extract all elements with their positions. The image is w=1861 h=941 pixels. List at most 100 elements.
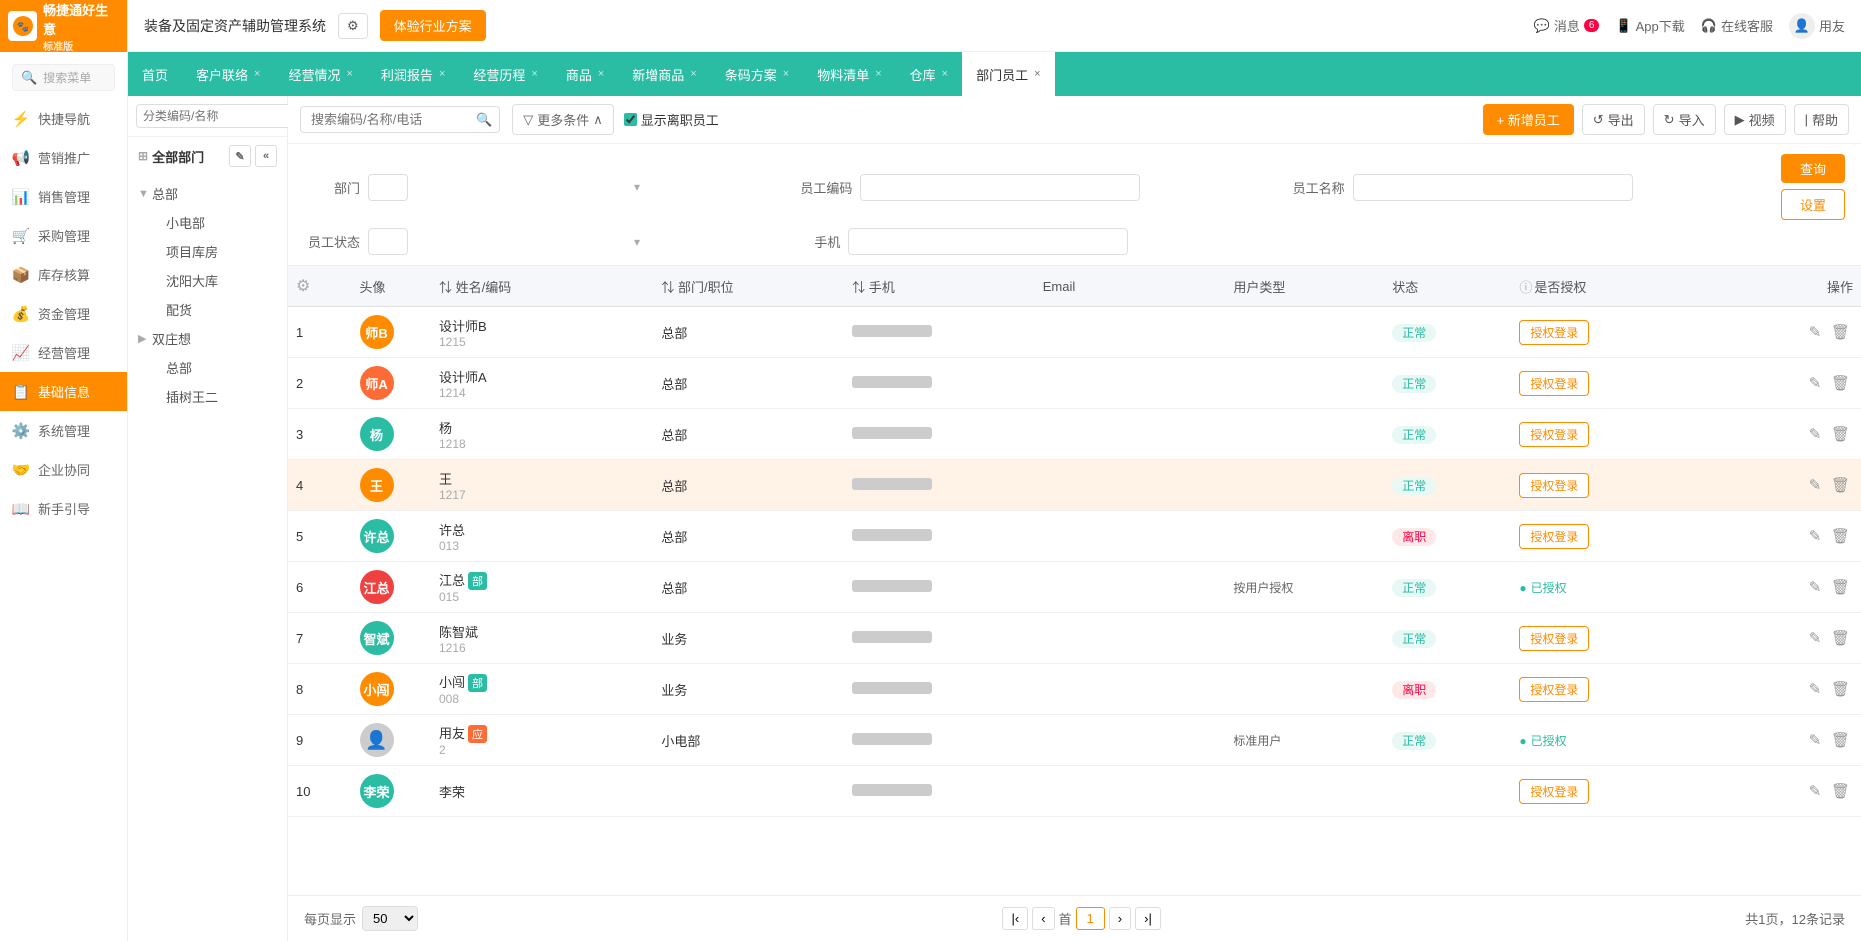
view-btn[interactable]: ▶ 视频	[1724, 104, 1786, 135]
edit-btn[interactable]: ✎	[1806, 476, 1825, 494]
sidebar-item-finance[interactable]: 💰 资金管理	[0, 294, 127, 333]
sidebar-item-system[interactable]: ⚙️ 系统管理	[0, 411, 127, 450]
tab-operations-status[interactable]: 经营情况 ×	[274, 52, 366, 96]
auth-login-btn[interactable]: 授权登录	[1519, 524, 1589, 549]
close-icon[interactable]: ×	[690, 68, 696, 80]
query-btn[interactable]: 查询	[1781, 154, 1845, 183]
show-resigned-checkbox[interactable]: 显示离职员工	[624, 110, 719, 129]
online-service-btn[interactable]: 🎧 在线客服	[1701, 16, 1773, 35]
help-btn[interactable]: | 帮助	[1794, 104, 1849, 135]
dept-node-shenyang[interactable]: 沈阳大库	[128, 266, 287, 295]
edit-btn[interactable]: ✎	[1806, 578, 1825, 596]
delete-btn[interactable]: 🗑	[1828, 680, 1853, 698]
settings-btn[interactable]: ⚙	[338, 13, 368, 39]
delete-btn[interactable]: 🗑	[1828, 425, 1853, 443]
close-icon[interactable]: ×	[783, 68, 789, 80]
sidebar-item-collab[interactable]: 🤝 企业协同	[0, 450, 127, 489]
tab-goods[interactable]: 商品 ×	[552, 52, 618, 96]
auth-login-btn[interactable]: 授权登录	[1519, 677, 1589, 702]
search-input[interactable]	[300, 106, 500, 133]
auth-login-btn[interactable]: 授权登录	[1519, 422, 1589, 447]
tab-bom[interactable]: 物料清单 ×	[803, 52, 895, 96]
sidebar-item-sales[interactable]: 📊 销售管理	[0, 177, 127, 216]
sidebar-item-guide[interactable]: 📖 新手引导	[0, 489, 127, 528]
tab-profit-report[interactable]: 利润报告 ×	[367, 52, 459, 96]
edit-btn[interactable]: ✎	[1806, 374, 1825, 392]
delete-btn[interactable]: 🗑	[1828, 476, 1853, 494]
add-employee-btn[interactable]: + 新增员工	[1483, 104, 1574, 135]
edit-btn[interactable]: ✎	[1806, 323, 1825, 341]
tab-customers[interactable]: 客户联络 ×	[182, 52, 274, 96]
app-download-btn[interactable]: 📱 App下载	[1615, 16, 1684, 35]
current-page[interactable]: 1	[1076, 907, 1105, 930]
export-btn[interactable]: ↺ 导出	[1582, 104, 1645, 135]
sidebar-item-search[interactable]: 🔍 搜索菜单	[0, 56, 127, 99]
tab-employees[interactable]: 部门员工 ×	[962, 52, 1054, 96]
edit-btn[interactable]: ✎	[1806, 680, 1825, 698]
dept-node-zongbu[interactable]: 总部	[128, 353, 287, 382]
tab-add-goods[interactable]: 新增商品 ×	[618, 52, 710, 96]
edit-btn[interactable]: ✎	[1806, 731, 1825, 749]
auth-login-btn[interactable]: 授权登录	[1519, 320, 1589, 345]
close-icon[interactable]: ×	[346, 68, 352, 80]
search-icon[interactable]: 🔍	[476, 112, 492, 128]
more-conditions-btn[interactable]: ▽ 更多条件 ∧	[512, 104, 614, 135]
tab-barcode[interactable]: 条码方案 ×	[711, 52, 803, 96]
close-icon[interactable]: ×	[439, 68, 445, 80]
delete-btn[interactable]: 🗑	[1828, 527, 1853, 545]
first-page-btn[interactable]: |‹	[1002, 907, 1028, 930]
settings-icon[interactable]: ⚙	[296, 278, 310, 295]
close-icon[interactable]: ×	[254, 68, 260, 80]
filter-phone-input[interactable]	[848, 228, 1128, 255]
close-icon[interactable]: ×	[598, 68, 604, 80]
auth-login-btn[interactable]: 授权登录	[1519, 473, 1589, 498]
dept-node-root[interactable]: ▼ 总部	[128, 179, 287, 208]
edit-btn[interactable]: ✎	[1806, 782, 1825, 800]
auth-login-btn[interactable]: 授权登录	[1519, 371, 1589, 396]
dept-edit-btn[interactable]: ✎	[229, 145, 251, 167]
sidebar-item-marketing[interactable]: 📢 营销推广	[0, 138, 127, 177]
dept-node-project[interactable]: 项目库房	[128, 237, 287, 266]
close-icon[interactable]: ×	[875, 68, 881, 80]
trial-btn[interactable]: 体验行业方案	[380, 10, 486, 41]
show-resigned-input[interactable]	[624, 113, 637, 126]
sidebar-item-inventory[interactable]: 📦 库存核算	[0, 255, 127, 294]
delete-btn[interactable]: 🗑	[1828, 323, 1853, 341]
filter-empname-input[interactable]	[1353, 174, 1633, 201]
user-menu[interactable]: 👤 用友	[1789, 13, 1845, 39]
tab-biz-journey[interactable]: 经营历程 ×	[459, 52, 551, 96]
dept-node-shuangzhuang[interactable]: ▶ 双庄想	[128, 324, 287, 353]
delete-btn[interactable]: 🗑	[1828, 374, 1853, 392]
edit-btn[interactable]: ✎	[1806, 527, 1825, 545]
set-btn[interactable]: 设置	[1781, 189, 1845, 220]
close-icon[interactable]: ×	[531, 68, 537, 80]
close-icon[interactable]: ×	[1034, 68, 1040, 80]
filter-status-select[interactable]	[368, 228, 408, 255]
sidebar-item-operations[interactable]: 📈 经营管理	[0, 333, 127, 372]
dept-search-input[interactable]	[136, 104, 305, 128]
sidebar-item-quicknav[interactable]: ⚡ 快捷导航	[0, 99, 127, 138]
last-page-btn[interactable]: ›|	[1135, 907, 1161, 930]
sort-icon[interactable]: ⇅	[439, 280, 452, 295]
delete-btn[interactable]: 🗑	[1828, 731, 1853, 749]
sort-icon[interactable]: ⇅	[661, 280, 674, 295]
filter-empcode-input[interactable]	[860, 174, 1140, 201]
edit-btn[interactable]: ✎	[1806, 629, 1825, 647]
delete-btn[interactable]: 🗑	[1828, 578, 1853, 596]
dept-node-chashuwang[interactable]: 插树王二	[128, 382, 287, 411]
tab-warehouse[interactable]: 仓库 ×	[896, 52, 962, 96]
close-icon[interactable]: ×	[942, 68, 948, 80]
message-btn[interactable]: 💬 消息 6	[1534, 16, 1600, 35]
edit-btn[interactable]: ✎	[1806, 425, 1825, 443]
dept-node-distribution[interactable]: 配货	[128, 295, 287, 324]
per-page-select[interactable]: 50 100	[362, 906, 418, 931]
sidebar-item-purchase[interactable]: 🛒 采购管理	[0, 216, 127, 255]
prev-page-btn[interactable]: ‹	[1032, 907, 1054, 930]
next-page-btn[interactable]: ›	[1109, 907, 1131, 930]
sidebar-item-basics[interactable]: 📋 基础信息	[0, 372, 127, 411]
import-btn[interactable]: ↻ 导入	[1653, 104, 1716, 135]
auth-login-btn[interactable]: 授权登录	[1519, 779, 1589, 804]
delete-btn[interactable]: 🗑	[1828, 782, 1853, 800]
dept-node-xiaodian[interactable]: 小电部	[128, 208, 287, 237]
sort-icon[interactable]: ⇅	[852, 280, 865, 295]
